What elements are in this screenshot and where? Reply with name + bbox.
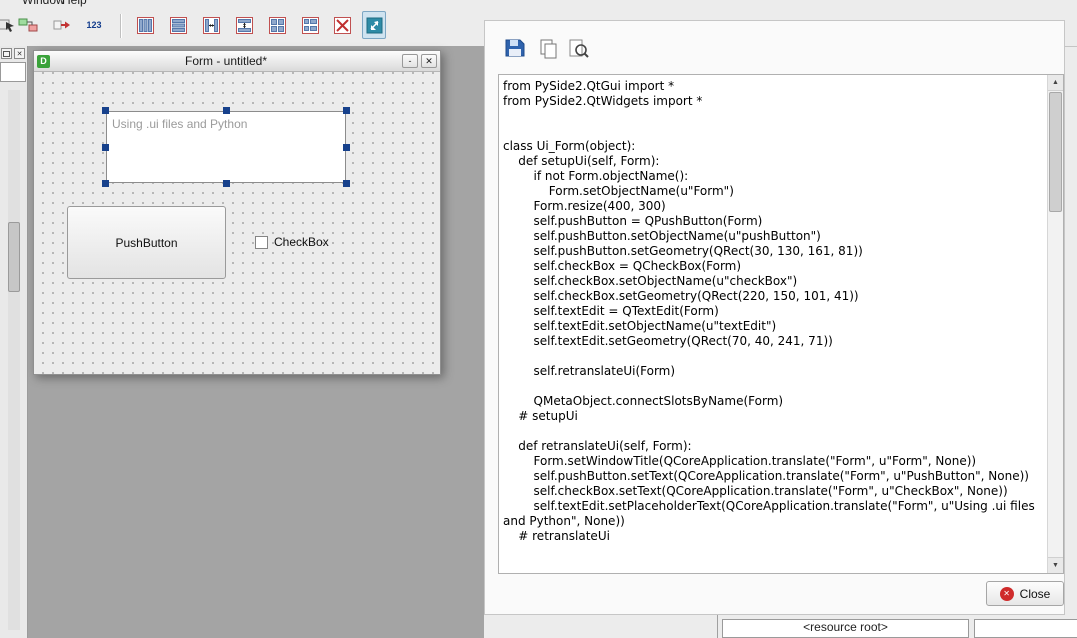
close-window-button[interactable]: ✕ bbox=[421, 54, 437, 68]
toolbar-separator bbox=[120, 14, 121, 38]
resize-handle[interactable] bbox=[223, 180, 230, 187]
edit-signals-slots-icon[interactable] bbox=[16, 11, 40, 39]
resize-handle[interactable] bbox=[102, 180, 109, 187]
scroll-up-arrow[interactable]: ▲ bbox=[1048, 75, 1063, 91]
float-icon bbox=[3, 51, 10, 57]
mdi-workspace: ✕ D Form - untitled* - ✕ Using .ui files… bbox=[0, 46, 484, 638]
close-red-icon: ✕ bbox=[1000, 587, 1014, 601]
dock-scrollbar-thumb[interactable] bbox=[8, 222, 20, 292]
resize-handle[interactable] bbox=[343, 144, 350, 151]
find-icon bbox=[567, 38, 591, 60]
break-icon bbox=[334, 17, 351, 34]
resize-handle[interactable] bbox=[102, 107, 109, 114]
view-code-dialog: from PySide2.QtGui import * from PySide2… bbox=[484, 20, 1065, 615]
buddy-arrow-icon bbox=[53, 16, 71, 34]
resize-handle[interactable] bbox=[343, 180, 350, 187]
pushbutton-label: PushButton bbox=[115, 236, 177, 250]
resize-handle[interactable] bbox=[223, 107, 230, 114]
close-dialog-button[interactable]: ✕ Close bbox=[986, 581, 1064, 606]
designer-form-icon: D bbox=[37, 55, 50, 68]
layout-grid-icon[interactable] bbox=[265, 11, 289, 39]
panel-divider bbox=[717, 615, 718, 638]
save-code-button[interactable] bbox=[501, 34, 529, 62]
dock-float-button[interactable] bbox=[1, 48, 12, 59]
layout-form-icon[interactable] bbox=[298, 11, 322, 39]
scroll-down-arrow[interactable]: ▼ bbox=[1048, 557, 1063, 573]
tab-order-123-icon: 123 bbox=[86, 20, 101, 30]
layout-vertical-icon[interactable] bbox=[166, 11, 190, 39]
copy-code-button[interactable] bbox=[535, 35, 563, 63]
resize-handle[interactable] bbox=[343, 107, 350, 114]
hsplit-icon bbox=[203, 17, 220, 34]
textedit-placeholder: Using .ui files and Python bbox=[112, 117, 247, 131]
vsplit-icon bbox=[236, 17, 253, 34]
close-button-label: Close bbox=[1020, 587, 1051, 601]
code-vertical-scrollbar[interactable]: ▲ ▼ bbox=[1047, 75, 1063, 573]
break-layout-icon[interactable] bbox=[330, 11, 354, 39]
widget-box-dock: ✕ bbox=[0, 46, 28, 638]
form-window-titlebar[interactable]: D Form - untitled* - ✕ bbox=[34, 51, 440, 72]
dock-close-button[interactable]: ✕ bbox=[14, 48, 25, 59]
save-icon bbox=[504, 37, 526, 59]
form-layout-icon bbox=[302, 17, 319, 34]
pushbutton-widget[interactable]: PushButton bbox=[67, 206, 226, 279]
form-editor-window: D Form - untitled* - ✕ Using .ui files a… bbox=[33, 50, 441, 375]
textedit-widget[interactable]: Using .ui files and Python bbox=[106, 111, 346, 183]
find-in-code-button[interactable] bbox=[565, 35, 593, 63]
checkbox-label: CheckBox bbox=[274, 235, 329, 249]
widget-filter-input[interactable] bbox=[0, 62, 26, 82]
hlayout-icon bbox=[137, 17, 154, 34]
cursor-widget-icon bbox=[0, 16, 16, 34]
resource-side-panel bbox=[974, 619, 1077, 638]
edit-buddies-icon[interactable] bbox=[50, 11, 74, 39]
checkbox-widget[interactable]: CheckBox bbox=[255, 229, 329, 255]
textedit-box[interactable]: Using .ui files and Python bbox=[106, 111, 346, 183]
menubar: Window Help bbox=[0, 0, 1077, 9]
scrollbar-thumb[interactable] bbox=[1049, 92, 1062, 212]
layout-horizontal-splitter-icon[interactable] bbox=[199, 11, 223, 39]
adjust-icon bbox=[366, 17, 383, 34]
menu-window[interactable]: Window bbox=[22, 0, 65, 7]
resource-root-label: <resource root> bbox=[803, 620, 888, 634]
dock-scrollbar-track[interactable] bbox=[8, 90, 20, 630]
form-window-title: Form - untitled* bbox=[53, 54, 399, 68]
layout-vertical-splitter-icon[interactable] bbox=[232, 11, 256, 39]
signal-slot-icon bbox=[18, 16, 38, 34]
vlayout-icon bbox=[170, 17, 187, 34]
checkbox-indicator[interactable] bbox=[255, 236, 268, 249]
resize-handle[interactable] bbox=[102, 144, 109, 151]
code-text[interactable]: from PySide2.QtGui import * from PySide2… bbox=[499, 77, 1046, 573]
grid-icon bbox=[269, 17, 286, 34]
form-canvas[interactable]: Using .ui files and Python PushButton bbox=[34, 72, 440, 374]
code-view: from PySide2.QtGui import * from PySide2… bbox=[498, 74, 1064, 574]
edit-tab-order-icon[interactable]: 123 bbox=[82, 11, 106, 39]
copy-icon bbox=[538, 38, 560, 60]
layout-horizontal-icon[interactable] bbox=[133, 11, 157, 39]
adjust-size-icon[interactable] bbox=[362, 11, 386, 39]
resource-root-item[interactable]: <resource root> bbox=[722, 619, 969, 638]
menu-help[interactable]: Help bbox=[62, 0, 87, 7]
minimize-button[interactable]: - bbox=[402, 54, 418, 68]
resource-browser-panel: <resource root> bbox=[484, 615, 1077, 638]
